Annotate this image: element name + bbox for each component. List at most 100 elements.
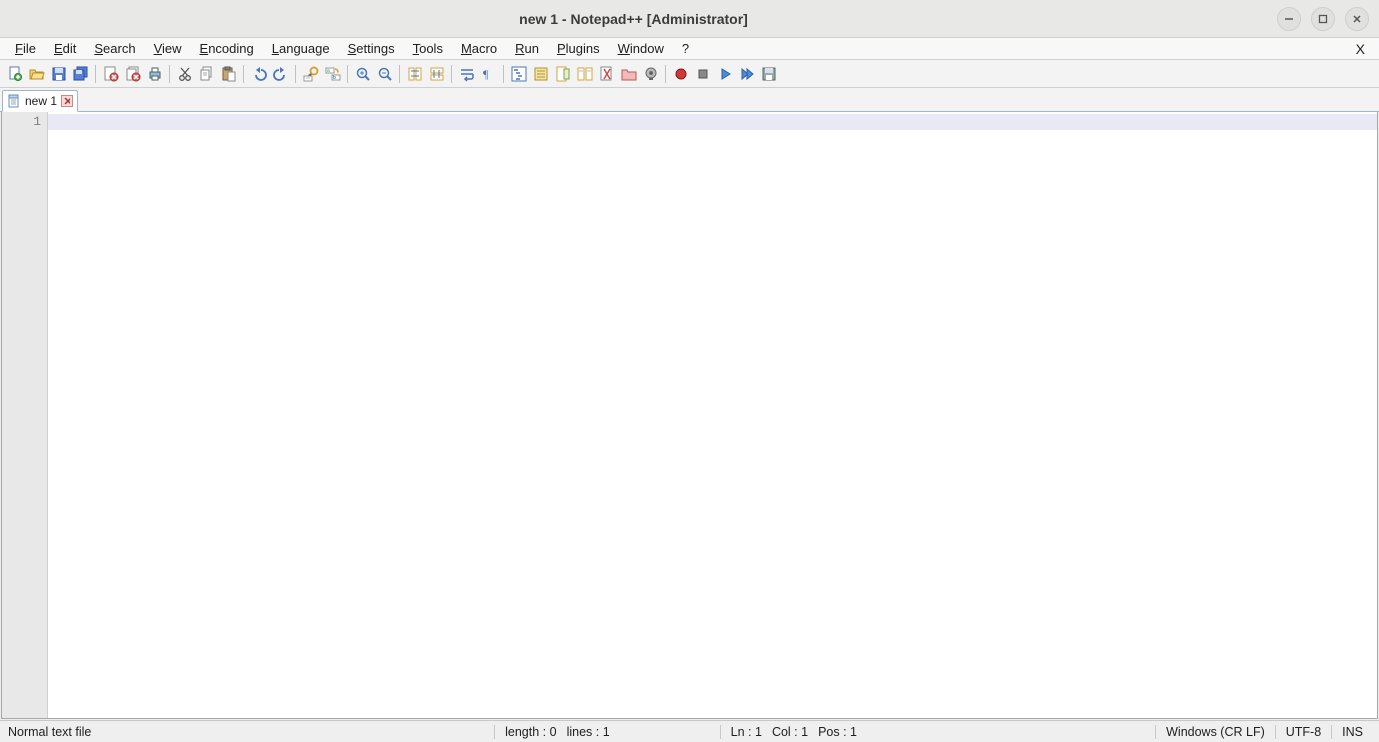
close-window-button[interactable] bbox=[1345, 7, 1369, 31]
redo-icon bbox=[273, 66, 289, 82]
save-icon bbox=[51, 66, 67, 82]
stop-macro-icon bbox=[695, 66, 711, 82]
window-title: new 1 - Notepad++ [Administrator] bbox=[0, 11, 1267, 27]
menubar-close-x[interactable]: X bbox=[1348, 41, 1373, 57]
status-encoding[interactable]: UTF-8 bbox=[1275, 725, 1331, 739]
save-macro-button[interactable] bbox=[758, 63, 779, 84]
play-macro-button[interactable] bbox=[714, 63, 735, 84]
save-button[interactable] bbox=[48, 63, 69, 84]
status-lines: lines : 1 bbox=[567, 725, 620, 739]
menu-settings[interactable]: Settings bbox=[339, 39, 404, 58]
menu-window[interactable]: Window bbox=[609, 39, 673, 58]
indent-guide-icon bbox=[511, 66, 527, 82]
zoom-in-button[interactable] bbox=[352, 63, 373, 84]
menubar: FileEditSearchViewEncodingLanguageSettin… bbox=[0, 38, 1379, 60]
func-list-button[interactable] bbox=[596, 63, 617, 84]
toolbar-separator bbox=[399, 65, 400, 83]
toolbar-separator bbox=[665, 65, 666, 83]
copy-button[interactable] bbox=[196, 63, 217, 84]
all-chars-button[interactable]: ¶ bbox=[478, 63, 499, 84]
menu-language[interactable]: Language bbox=[263, 39, 339, 58]
menu-plugins[interactable]: Plugins bbox=[548, 39, 609, 58]
all-chars-icon: ¶ bbox=[481, 66, 497, 82]
file-tab-new1[interactable]: new 1 bbox=[2, 90, 78, 112]
menu-search[interactable]: Search bbox=[85, 39, 144, 58]
close-all-button[interactable] bbox=[122, 63, 143, 84]
save-all-button[interactable] bbox=[70, 63, 91, 84]
status-eol[interactable]: Windows (CR LF) bbox=[1155, 725, 1275, 739]
new-file-button[interactable] bbox=[4, 63, 25, 84]
cut-icon bbox=[177, 66, 193, 82]
folder-workspace-button[interactable] bbox=[618, 63, 639, 84]
print-button[interactable] bbox=[144, 63, 165, 84]
new-file-icon bbox=[7, 66, 23, 82]
cut-button[interactable] bbox=[174, 63, 195, 84]
wrap-icon bbox=[459, 66, 475, 82]
zoom-out-button[interactable] bbox=[374, 63, 395, 84]
record-macro-button[interactable] bbox=[670, 63, 691, 84]
record-macro-icon bbox=[673, 66, 689, 82]
menu-file[interactable]: File bbox=[6, 39, 45, 58]
close-file-icon bbox=[103, 66, 119, 82]
folder-workspace-icon bbox=[621, 66, 637, 82]
find-icon bbox=[303, 66, 319, 82]
monitor-button[interactable] bbox=[640, 63, 661, 84]
current-line-highlight bbox=[48, 114, 1377, 130]
paste-button[interactable] bbox=[218, 63, 239, 84]
sync-v-button[interactable] bbox=[404, 63, 425, 84]
menu-edit[interactable]: Edit bbox=[45, 39, 85, 58]
doc-map-icon bbox=[555, 66, 571, 82]
play-macro-icon bbox=[717, 66, 733, 82]
status-mode[interactable]: INS bbox=[1331, 725, 1373, 739]
redo-button[interactable] bbox=[270, 63, 291, 84]
close-icon bbox=[1352, 14, 1362, 24]
monitor-icon bbox=[643, 66, 659, 82]
zoom-out-icon bbox=[377, 66, 393, 82]
tabstrip: new 1 bbox=[0, 88, 1379, 112]
replace-icon: ab bbox=[325, 66, 341, 82]
menu-tools[interactable]: Tools bbox=[404, 39, 452, 58]
print-icon bbox=[147, 66, 163, 82]
svg-text:¶: ¶ bbox=[483, 67, 489, 81]
toolbar-separator bbox=[169, 65, 170, 83]
status-pos: Pos : 1 bbox=[818, 725, 867, 739]
open-file-icon bbox=[29, 66, 45, 82]
statusbar: Normal text file length : 0 lines : 1 Ln… bbox=[0, 720, 1379, 742]
stop-macro-button[interactable] bbox=[692, 63, 713, 84]
toolbar: ab ¶ bbox=[0, 60, 1379, 88]
file-tab-label: new 1 bbox=[25, 94, 57, 108]
file-tab-close-button[interactable] bbox=[61, 95, 73, 107]
maximize-button[interactable] bbox=[1311, 7, 1335, 31]
line-number: 1 bbox=[2, 114, 41, 129]
undo-button[interactable] bbox=[248, 63, 269, 84]
line-number-gutter: 1 bbox=[2, 112, 48, 718]
menu-run[interactable]: Run bbox=[506, 39, 548, 58]
replace-button[interactable]: ab bbox=[322, 63, 343, 84]
menu-?[interactable]: ? bbox=[673, 39, 698, 58]
sync-h-button[interactable] bbox=[426, 63, 447, 84]
open-file-button[interactable] bbox=[26, 63, 47, 84]
menu-view[interactable]: View bbox=[145, 39, 191, 58]
lang-udf-button[interactable] bbox=[530, 63, 551, 84]
toolbar-separator bbox=[503, 65, 504, 83]
paste-icon bbox=[221, 66, 237, 82]
indent-guide-button[interactable] bbox=[508, 63, 529, 84]
menu-encoding[interactable]: Encoding bbox=[191, 39, 263, 58]
close-file-button[interactable] bbox=[100, 63, 121, 84]
toolbar-separator bbox=[95, 65, 96, 83]
zoom-in-icon bbox=[355, 66, 371, 82]
find-button[interactable] bbox=[300, 63, 321, 84]
minimize-icon bbox=[1284, 14, 1294, 24]
undo-icon bbox=[251, 66, 267, 82]
text-area[interactable] bbox=[48, 112, 1377, 718]
doc-map-button[interactable] bbox=[552, 63, 573, 84]
sync-h-icon bbox=[429, 66, 445, 82]
menu-macro[interactable]: Macro bbox=[452, 39, 506, 58]
toolbar-separator bbox=[243, 65, 244, 83]
doc-list-button[interactable] bbox=[574, 63, 595, 84]
close-icon bbox=[64, 97, 70, 105]
doc-list-icon bbox=[577, 66, 593, 82]
wrap-button[interactable] bbox=[456, 63, 477, 84]
play-multi-button[interactable] bbox=[736, 63, 757, 84]
minimize-button[interactable] bbox=[1277, 7, 1301, 31]
